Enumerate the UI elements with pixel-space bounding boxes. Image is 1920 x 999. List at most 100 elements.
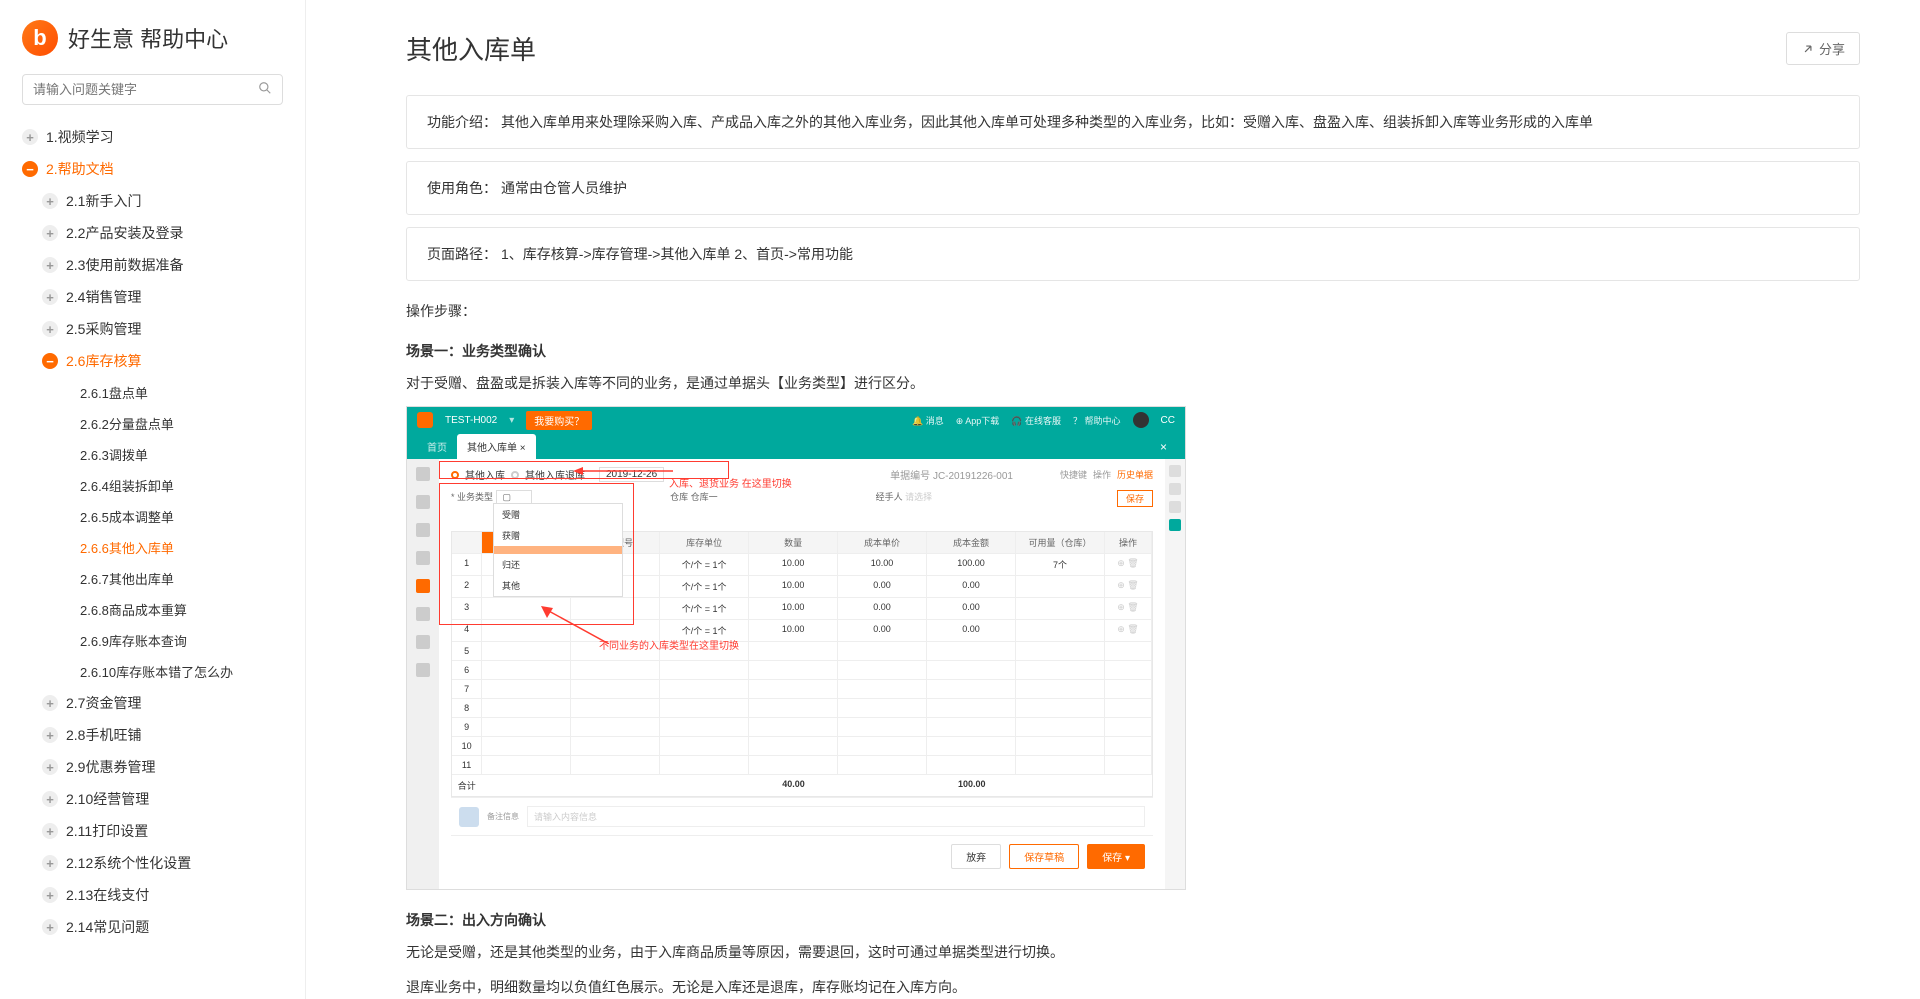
share-button[interactable]: 分享 — [1786, 32, 1860, 65]
ss-draft-btn: 保存草稿 — [1009, 844, 1079, 869]
ss-rail-icon — [416, 523, 430, 537]
ss-tab-home: 首页 — [417, 434, 457, 459]
nav-2-6-10[interactable]: 2.6.10库存账本错了怎么办 — [22, 656, 283, 687]
nav-2-9[interactable]: +2.9优惠券管理 — [22, 751, 283, 783]
expand-icon[interactable]: + — [42, 887, 58, 903]
nav-2-2[interactable]: +2.2产品安装及登录 — [22, 217, 283, 249]
search-input[interactable] — [33, 82, 258, 97]
embedded-screenshot: TEST-H002 ▾ 我要购买？ 🔔 消息 ⊕ App下载 🎧 在线客服 ？ … — [406, 406, 1186, 890]
nav-2-11[interactable]: +2.11打印设置 — [22, 815, 283, 847]
scene2-text1: 无论是受赠，还是其他类型的业务，由于入库商品质量等原因，需要退回，这时可通过单据… — [406, 940, 1860, 965]
expand-icon[interactable]: + — [42, 193, 58, 209]
ss-tab-current: 其他入库单 × — [457, 434, 536, 459]
ss-tabs: 首页 其他入库单 × × — [407, 433, 1185, 459]
ss-rail-icon — [416, 551, 430, 565]
ss-try-btn: 我要购买？ — [526, 411, 592, 430]
ss-docno: 单据编号 JC-20191226-001 — [890, 467, 1013, 482]
nav-2-6[interactable]: −2.6库存核算 — [22, 345, 283, 377]
expand-icon[interactable]: + — [42, 727, 58, 743]
nav-tree: +1.视频学习 −2.帮助文档 +2.1新手入门 +2.2产品安装及登录 +2.… — [22, 121, 283, 943]
ss-annotation-text: 入库、退货业务 在这里切换 — [669, 475, 792, 490]
expand-icon[interactable]: + — [42, 855, 58, 871]
nav-2-6-6[interactable]: 2.6.6其他入库单 — [22, 532, 283, 563]
role-box: 使用角色：通常由仓管人员维护 — [406, 161, 1860, 215]
ss-left-rail — [407, 459, 439, 889]
expand-icon[interactable]: + — [42, 919, 58, 935]
nav-2-10[interactable]: +2.10经营管理 — [22, 783, 283, 815]
nav-2-6-1[interactable]: 2.6.1盘点单 — [22, 377, 283, 408]
ss-tabs-close-icon: × — [1152, 435, 1175, 459]
nav-2-3[interactable]: +2.3使用前数据准备 — [22, 249, 283, 281]
nav-2-8[interactable]: +2.8手机旺铺 — [22, 719, 283, 751]
ss-cs: 🎧 在线客服 — [1011, 414, 1061, 427]
expand-icon[interactable]: + — [22, 129, 38, 145]
path-label: 页面路径： — [427, 246, 497, 262]
nav-2-6-4[interactable]: 2.6.4组装拆卸单 — [22, 470, 283, 501]
intro-box: 功能介绍：其他入库单用来处理除采购入库、产成品入库之外的其他入库业务，因此其他入… — [406, 95, 1860, 149]
ss-tool-icon — [1169, 519, 1181, 531]
nav-2-6-2[interactable]: 2.6.2分量盘点单 — [22, 408, 283, 439]
ss-remark-icon — [459, 807, 479, 827]
ss-rail-icon — [416, 663, 430, 677]
ss-rail-icon-active — [416, 579, 430, 593]
ss-toolbar-tags: 快捷键操作历史单据 — [1060, 468, 1153, 481]
nav-2-6-3[interactable]: 2.6.3调拨单 — [22, 439, 283, 470]
path-text: 1、库存核算->库存管理->其他入库单 2、首页->常用功能 — [501, 246, 853, 262]
nav-2-14[interactable]: +2.14常见问题 — [22, 911, 283, 943]
scene2-text2: 退库业务中，明细数量均以负值红色展示。无论是入库还是退库，库存账均记在入库方向。 — [406, 975, 1860, 999]
nav-2-4[interactable]: +2.4销售管理 — [22, 281, 283, 313]
nav-2-13[interactable]: +2.13在线支付 — [22, 879, 283, 911]
search-icon[interactable] — [258, 81, 272, 98]
ss-brand-icon — [417, 412, 433, 428]
sidebar: b 好生意 帮助中心 +1.视频学习 −2.帮助文档 +2.1新手入门 +2.2… — [0, 0, 306, 999]
expand-icon[interactable]: + — [42, 791, 58, 807]
expand-icon[interactable]: + — [42, 289, 58, 305]
expand-icon[interactable]: + — [42, 695, 58, 711]
scene1-title: 场景一：业务类型确认 — [406, 341, 1860, 361]
search-box[interactable] — [22, 74, 283, 105]
scene1-text: 对于受赠、盘盈或是拆装入库等不同的业务，是通过单据头【业务类型】进行区分。 — [406, 371, 1860, 396]
page-title: 其他入库单 — [406, 30, 536, 67]
collapse-icon[interactable]: − — [22, 161, 38, 177]
expand-icon[interactable]: + — [42, 257, 58, 273]
ss-app: ⊕ App下载 — [956, 414, 1000, 427]
nav-docs[interactable]: −2.帮助文档 — [22, 153, 283, 185]
ss-arrow-icon — [573, 465, 673, 477]
ss-right-tools — [1165, 459, 1185, 889]
role-label: 使用角色： — [427, 180, 497, 196]
nav-2-12[interactable]: +2.12系统个性化设置 — [22, 847, 283, 879]
path-box: 页面路径：1、库存核算->库存管理->其他入库单 2、首页->常用功能 — [406, 227, 1860, 281]
ss-msg: 🔔 消息 — [912, 414, 944, 427]
nav-2-6-7[interactable]: 2.6.7其他出库单 — [22, 563, 283, 594]
brand-title: 好生意 帮助中心 — [68, 22, 228, 54]
ss-user: CC — [1161, 415, 1175, 426]
ss-footer: 放弃 保存草稿 保存 ▾ — [451, 835, 1153, 877]
expand-icon[interactable]: + — [42, 759, 58, 775]
ss-top-header: TEST-H002 ▾ 我要购买？ 🔔 消息 ⊕ App下载 🎧 在线客服 ？ … — [407, 407, 1185, 433]
ss-rail-icon — [416, 467, 430, 481]
ss-tool-icon — [1169, 465, 1181, 477]
expand-icon[interactable]: + — [42, 225, 58, 241]
nav-2-5[interactable]: +2.5采购管理 — [22, 313, 283, 345]
main-content: 其他入库单 分享 功能介绍：其他入库单用来处理除采购入库、产成品入库之外的其他入… — [306, 0, 1920, 999]
ss-rail-icon — [416, 635, 430, 649]
intro-label: 功能介绍： — [427, 114, 497, 130]
nav-2-1[interactable]: +2.1新手入门 — [22, 185, 283, 217]
nav-video[interactable]: +1.视频学习 — [22, 121, 283, 153]
expand-icon[interactable]: + — [42, 321, 58, 337]
expand-icon[interactable]: + — [42, 823, 58, 839]
nav-2-6-9[interactable]: 2.6.9库存账本查询 — [22, 625, 283, 656]
collapse-icon[interactable]: − — [42, 353, 58, 369]
intro-text: 其他入库单用来处理除采购入库、产成品入库之外的其他入库业务，因此其他入库单可处理… — [501, 114, 1593, 130]
share-icon — [1801, 42, 1815, 56]
role-text: 通常由仓管人员维护 — [501, 180, 627, 196]
ss-avatar-icon — [1133, 412, 1149, 428]
ss-rail-icon — [416, 607, 430, 621]
scene2-title: 场景二：出入方向确认 — [406, 910, 1860, 930]
ss-help: ？ 帮助中心 — [1073, 414, 1121, 427]
ss-cancel-btn: 放弃 — [951, 844, 1001, 869]
nav-2-7[interactable]: +2.7资金管理 — [22, 687, 283, 719]
ss-env: TEST-H002 — [445, 415, 497, 426]
nav-2-6-5[interactable]: 2.6.5成本调整单 — [22, 501, 283, 532]
nav-2-6-8[interactable]: 2.6.8商品成本重算 — [22, 594, 283, 625]
